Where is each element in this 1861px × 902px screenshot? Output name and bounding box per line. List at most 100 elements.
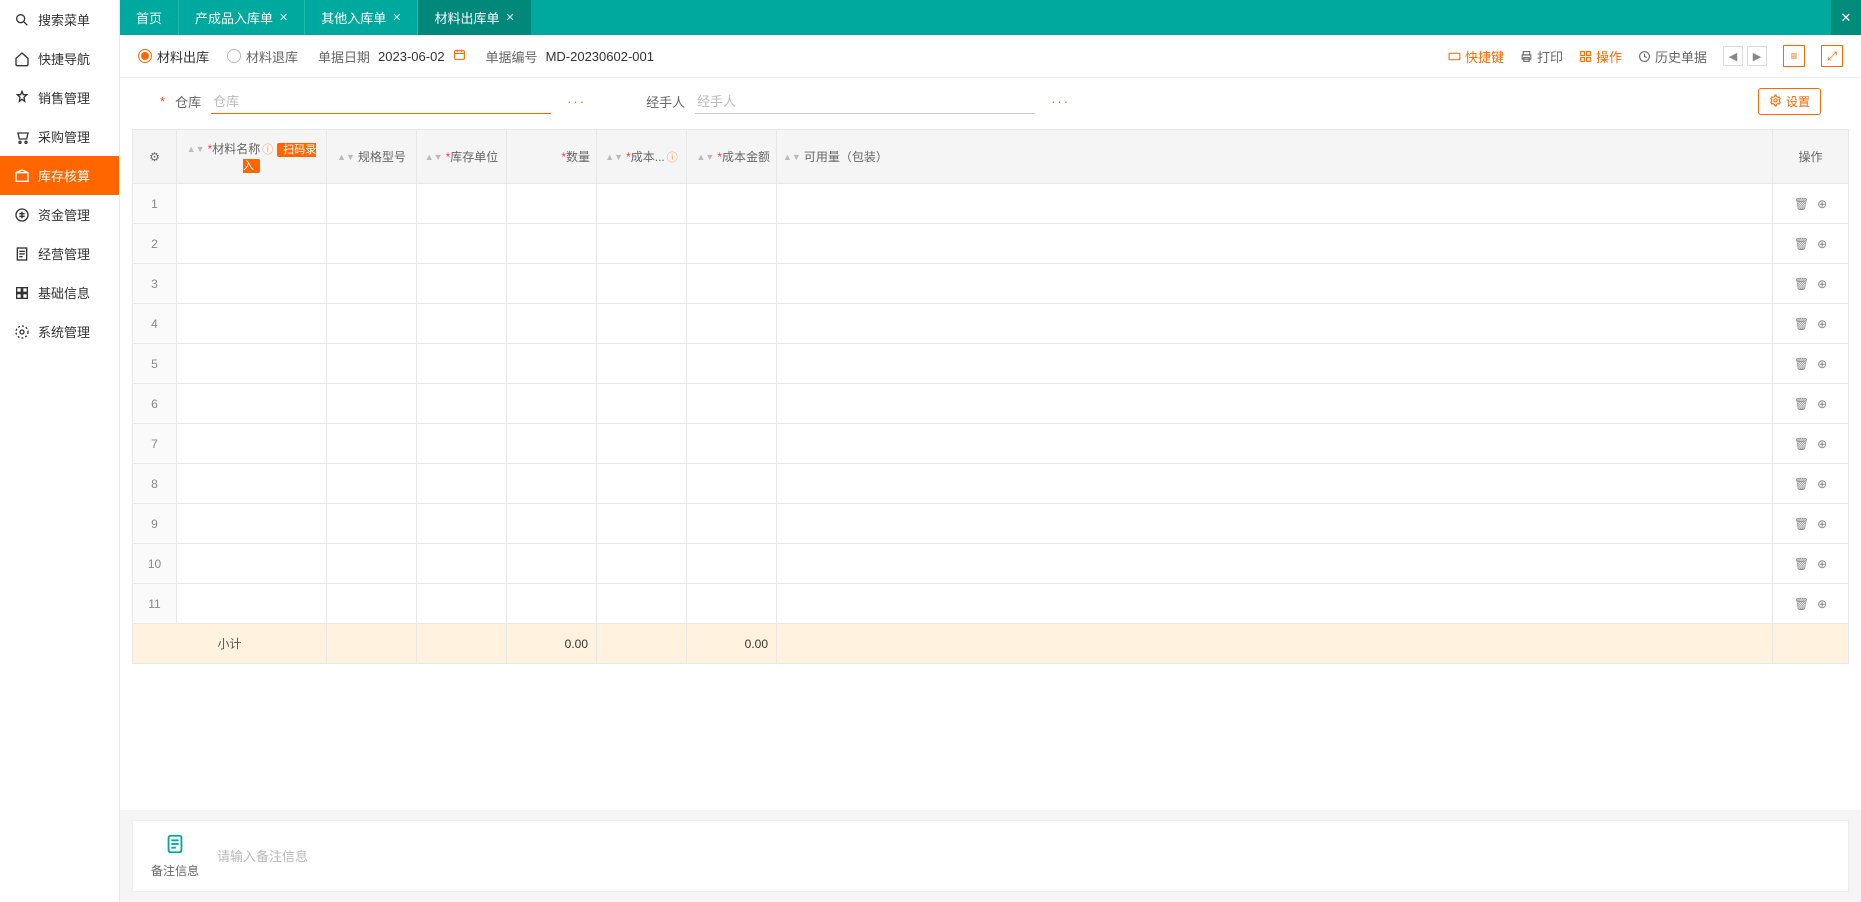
sidebar-item-system[interactable]: 系统管理 — [0, 312, 119, 351]
cell-amount[interactable] — [687, 384, 777, 424]
cell-spec[interactable] — [327, 584, 417, 624]
delete-row-icon[interactable]: 🗑 — [1794, 277, 1809, 291]
tab-other-in[interactable]: 其他入库单✕ — [305, 0, 418, 35]
cell-spec[interactable] — [327, 544, 417, 584]
cell-qty[interactable] — [507, 504, 597, 544]
tab-home[interactable]: 首页 — [120, 0, 179, 35]
sidebar-item-purchase[interactable]: 采购管理 — [0, 117, 119, 156]
cell-spec[interactable] — [327, 424, 417, 464]
col-cost[interactable]: ▲▼*成本...ⓘ — [597, 130, 687, 184]
cell-material-name[interactable] — [177, 504, 327, 544]
add-row-icon[interactable]: ⊕ — [1817, 277, 1827, 291]
cell-unit[interactable] — [417, 584, 507, 624]
cell-amount[interactable] — [687, 304, 777, 344]
table-row[interactable]: 11🗑⊕ — [133, 584, 1849, 624]
add-row-icon[interactable]: ⊕ — [1817, 357, 1827, 371]
cell-available[interactable] — [777, 384, 1773, 424]
cell-unit[interactable] — [417, 384, 507, 424]
add-row-icon[interactable]: ⊕ — [1817, 397, 1827, 411]
cell-material-name[interactable] — [177, 224, 327, 264]
sidebar-item-inventory[interactable]: 库存核算 — [0, 156, 119, 195]
add-row-icon[interactable]: ⊕ — [1817, 437, 1827, 451]
cell-qty[interactable] — [507, 464, 597, 504]
cell-amount[interactable] — [687, 584, 777, 624]
cell-qty[interactable] — [507, 344, 597, 384]
cell-unit[interactable] — [417, 464, 507, 504]
add-row-icon[interactable]: ⊕ — [1817, 477, 1827, 491]
cell-amount[interactable] — [687, 464, 777, 504]
help-icon[interactable]: ⓘ — [667, 152, 678, 164]
cell-qty[interactable] — [507, 424, 597, 464]
delete-row-icon[interactable]: 🗑 — [1794, 397, 1809, 411]
cell-available[interactable] — [777, 304, 1773, 344]
cell-cost[interactable] — [597, 304, 687, 344]
cell-material-name[interactable] — [177, 464, 327, 504]
expand-button[interactable]: ⤢ — [1821, 45, 1843, 67]
cell-cost[interactable] — [597, 504, 687, 544]
cell-amount[interactable] — [687, 264, 777, 304]
prev-button[interactable]: ◀ — [1723, 46, 1743, 66]
col-gear[interactable]: ⚙ — [133, 130, 177, 184]
cell-material-name[interactable] — [177, 424, 327, 464]
close-icon[interactable]: ✕ — [392, 11, 401, 24]
cell-unit[interactable] — [417, 344, 507, 384]
table-row[interactable]: 9🗑⊕ — [133, 504, 1849, 544]
cell-material-name[interactable] — [177, 344, 327, 384]
cell-qty[interactable] — [507, 184, 597, 224]
cell-amount[interactable] — [687, 424, 777, 464]
delete-row-icon[interactable]: 🗑 — [1794, 197, 1809, 211]
cell-available[interactable] — [777, 424, 1773, 464]
cell-spec[interactable] — [327, 304, 417, 344]
add-row-icon[interactable]: ⊕ — [1817, 517, 1827, 531]
add-row-icon[interactable]: ⊕ — [1817, 597, 1827, 611]
cell-available[interactable] — [777, 464, 1773, 504]
settings-button[interactable]: 设置 — [1758, 88, 1821, 115]
calendar-icon[interactable] — [453, 48, 466, 64]
delete-row-icon[interactable]: 🗑 — [1794, 477, 1809, 491]
ops-button[interactable]: 操作 — [1579, 47, 1622, 66]
sidebar-item-baseinfo[interactable]: 基础信息 — [0, 273, 119, 312]
table-row[interactable]: 6🗑⊕ — [133, 384, 1849, 424]
cell-material-name[interactable] — [177, 584, 327, 624]
delete-row-icon[interactable]: 🗑 — [1794, 517, 1809, 531]
table-row[interactable]: 4🗑⊕ — [133, 304, 1849, 344]
col-available[interactable]: ▲▼可用量（包装） — [777, 130, 1773, 184]
history-button[interactable]: 历史单据 — [1638, 47, 1707, 66]
cell-available[interactable] — [777, 344, 1773, 384]
cell-qty[interactable] — [507, 384, 597, 424]
delete-row-icon[interactable]: 🗑 — [1794, 557, 1809, 571]
sidebar-item-quicknav[interactable]: 快捷导航 — [0, 39, 119, 78]
cell-material-name[interactable] — [177, 184, 327, 224]
cell-cost[interactable] — [597, 424, 687, 464]
more-icon[interactable]: ··· — [1045, 94, 1070, 109]
col-unit[interactable]: ▲▼*库存单位 — [417, 130, 507, 184]
cell-unit[interactable] — [417, 544, 507, 584]
add-row-icon[interactable]: ⊕ — [1817, 197, 1827, 211]
cell-spec[interactable] — [327, 464, 417, 504]
cell-cost[interactable] — [597, 264, 687, 304]
table-row[interactable]: 5🗑⊕ — [133, 344, 1849, 384]
delete-row-icon[interactable]: 🗑 — [1794, 317, 1809, 331]
cell-amount[interactable] — [687, 184, 777, 224]
doc-date-field[interactable]: 单据日期 2023-06-02 — [318, 47, 466, 66]
cell-qty[interactable] — [507, 304, 597, 344]
cell-available[interactable] — [777, 544, 1773, 584]
cell-amount[interactable] — [687, 504, 777, 544]
cell-spec[interactable] — [327, 384, 417, 424]
cell-cost[interactable] — [597, 344, 687, 384]
tab-material-out[interactable]: 材料出库单✕ — [418, 0, 531, 35]
table-row[interactable]: 2🗑⊕ — [133, 224, 1849, 264]
sidebar-item-search[interactable]: 搜索菜单 — [0, 0, 119, 39]
cell-amount[interactable] — [687, 344, 777, 384]
cell-unit[interactable] — [417, 304, 507, 344]
delete-row-icon[interactable]: 🗑 — [1794, 437, 1809, 451]
cell-spec[interactable] — [327, 504, 417, 544]
cell-material-name[interactable] — [177, 264, 327, 304]
cell-spec[interactable] — [327, 344, 417, 384]
sidebar-item-funds[interactable]: 资金管理 — [0, 195, 119, 234]
cell-spec[interactable] — [327, 224, 417, 264]
cell-available[interactable] — [777, 224, 1773, 264]
cell-cost[interactable] — [597, 384, 687, 424]
cell-unit[interactable] — [417, 184, 507, 224]
sidebar-item-sales[interactable]: 销售管理 — [0, 78, 119, 117]
